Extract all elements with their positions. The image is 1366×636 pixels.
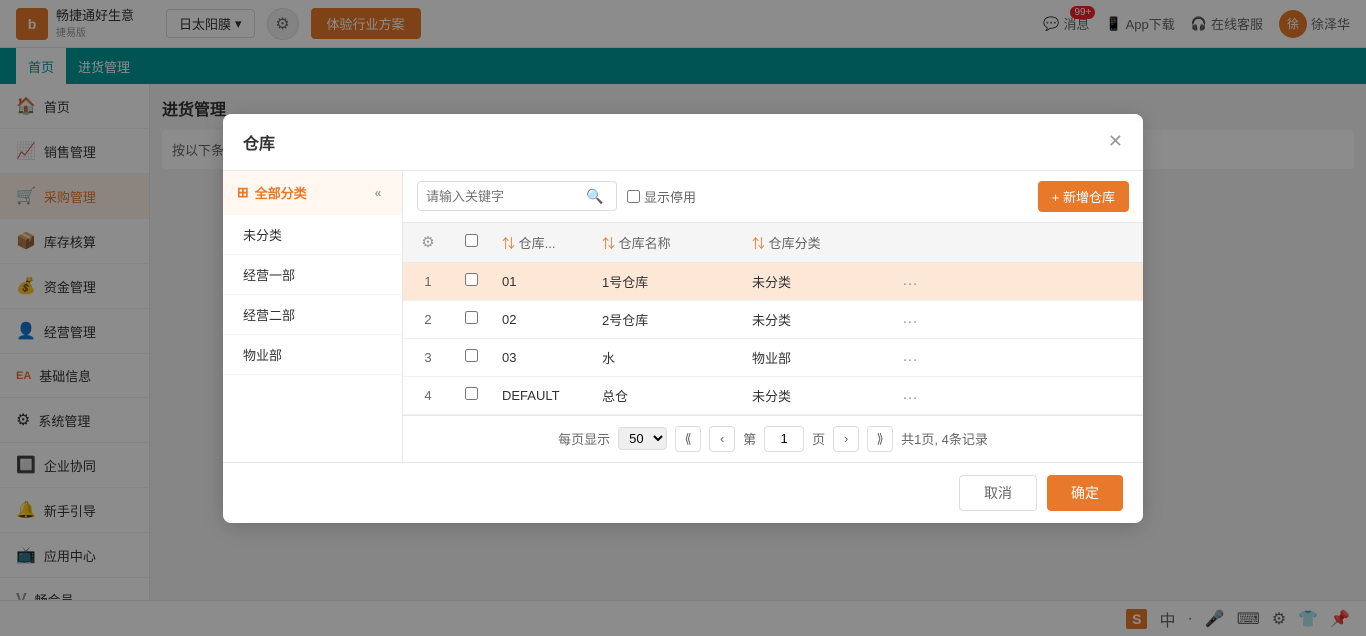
table-row[interactable]: 3 03 水 物业部 … — [403, 338, 1143, 376]
select-all-checkbox[interactable] — [465, 234, 478, 247]
page-number-input[interactable] — [764, 426, 804, 452]
category-panel: ⊞ 全部分类 « 未分类 经营一部 经营二部 物业部 — [223, 171, 403, 462]
table-body: 1 01 1号仓库 未分类 … 2 02 2号仓 — [403, 262, 1143, 414]
data-table: ⚙ ⇅ 仓库... ⇅ — [403, 223, 1143, 415]
warehouse-modal: 仓库 ✕ ⊞ 全部分类 « 未分类 经营一部 — [223, 114, 1143, 523]
row-category: 物业部 — [740, 338, 890, 376]
row-code: 01 — [490, 262, 590, 300]
show-disabled-label: 显示停用 — [627, 187, 696, 206]
row-checkbox[interactable] — [465, 349, 478, 362]
table-panel: 🔍 显示停用 + 新增仓库 ⚙ — [403, 171, 1143, 462]
row-name: 水 — [590, 338, 740, 376]
sort-icon-name: ⇅ — [602, 236, 615, 251]
category-item-unclassified[interactable]: 未分类 — [223, 215, 402, 255]
page-size-select[interactable]: 50 — [618, 427, 667, 450]
row-actions: … — [890, 262, 1143, 300]
pagination-bar: 每页显示 50 ⟪ ‹ 第 页 › ⟫ 共1页, 4条记录 — [403, 415, 1143, 462]
row-name: 2号仓库 — [590, 300, 740, 338]
show-disabled-checkbox[interactable] — [627, 190, 640, 203]
row-more-button[interactable]: … — [902, 272, 918, 290]
modal-header: 仓库 ✕ — [223, 114, 1143, 171]
category-all-header[interactable]: ⊞ 全部分类 « — [223, 171, 402, 215]
category-item-property[interactable]: 物业部 — [223, 335, 402, 375]
row-check — [453, 338, 490, 376]
row-checkbox[interactable] — [465, 311, 478, 324]
table-row[interactable]: 2 02 2号仓库 未分类 … — [403, 300, 1143, 338]
table-row[interactable]: 1 01 1号仓库 未分类 … — [403, 262, 1143, 300]
row-name: 总仓 — [590, 376, 740, 414]
modal-footer: 取消 确定 — [223, 462, 1143, 523]
add-warehouse-button[interactable]: + 新增仓库 — [1038, 181, 1129, 212]
row-no: 2 — [403, 300, 453, 338]
search-input-wrap: 🔍 — [417, 181, 617, 211]
row-checkbox[interactable] — [465, 387, 478, 400]
row-code: DEFAULT — [490, 376, 590, 414]
row-category: 未分类 — [740, 300, 890, 338]
prev-page-button[interactable]: ‹ — [709, 426, 735, 452]
row-no: 3 — [403, 338, 453, 376]
col-header-category: ⇅ 仓库分类 — [740, 223, 890, 263]
row-actions: … — [890, 300, 1143, 338]
search-input[interactable] — [426, 189, 586, 204]
row-more-button[interactable]: … — [902, 386, 918, 404]
col-header-code: ⇅ 仓库... — [490, 223, 590, 263]
confirm-button[interactable]: 确定 — [1047, 475, 1123, 511]
warehouse-table: ⚙ ⇅ 仓库... ⇅ — [403, 223, 1143, 415]
row-check — [453, 300, 490, 338]
search-icon[interactable]: 🔍 — [586, 188, 603, 205]
category-item-ops1[interactable]: 经营一部 — [223, 255, 402, 295]
row-check — [453, 262, 490, 300]
row-code: 03 — [490, 338, 590, 376]
col-header-check — [453, 223, 490, 263]
row-category: 未分类 — [740, 376, 890, 414]
row-actions: … — [890, 338, 1143, 376]
row-no: 1 — [403, 262, 453, 300]
col-header-actions — [890, 223, 1143, 263]
collapse-button[interactable]: « — [368, 183, 388, 203]
sort-icon: ⇅ — [502, 236, 515, 251]
first-page-button[interactable]: ⟪ — [675, 426, 701, 452]
row-checkbox[interactable] — [465, 273, 478, 286]
row-no: 4 — [403, 376, 453, 414]
row-name: 1号仓库 — [590, 262, 740, 300]
table-header-row: ⚙ ⇅ 仓库... ⇅ — [403, 223, 1143, 263]
last-page-button[interactable]: ⟫ — [867, 426, 893, 452]
modal-title: 仓库 — [243, 130, 275, 154]
row-code: 02 — [490, 300, 590, 338]
col-header-settings: ⚙ — [403, 223, 453, 263]
row-more-button[interactable]: … — [902, 348, 918, 366]
sort-icon-cat: ⇅ — [752, 236, 765, 251]
row-check — [453, 376, 490, 414]
grid-icon: ⊞ — [237, 184, 249, 201]
table-row[interactable]: 4 DEFAULT 总仓 未分类 … — [403, 376, 1143, 414]
cancel-button[interactable]: 取消 — [959, 475, 1037, 511]
row-actions: … — [890, 376, 1143, 414]
modal-overlay: 仓库 ✕ ⊞ 全部分类 « 未分类 经营一部 — [0, 0, 1366, 636]
row-more-button[interactable]: … — [902, 310, 918, 328]
settings-icon: ⚙ — [415, 233, 441, 251]
modal-close-button[interactable]: ✕ — [1108, 131, 1123, 152]
col-header-name: ⇅ 仓库名称 — [590, 223, 740, 263]
next-page-button[interactable]: › — [833, 426, 859, 452]
row-category: 未分类 — [740, 262, 890, 300]
modal-body: ⊞ 全部分类 « 未分类 经营一部 经营二部 物业部 — [223, 171, 1143, 462]
table-toolbar: 🔍 显示停用 + 新增仓库 — [403, 171, 1143, 223]
category-item-ops2[interactable]: 经营二部 — [223, 295, 402, 335]
